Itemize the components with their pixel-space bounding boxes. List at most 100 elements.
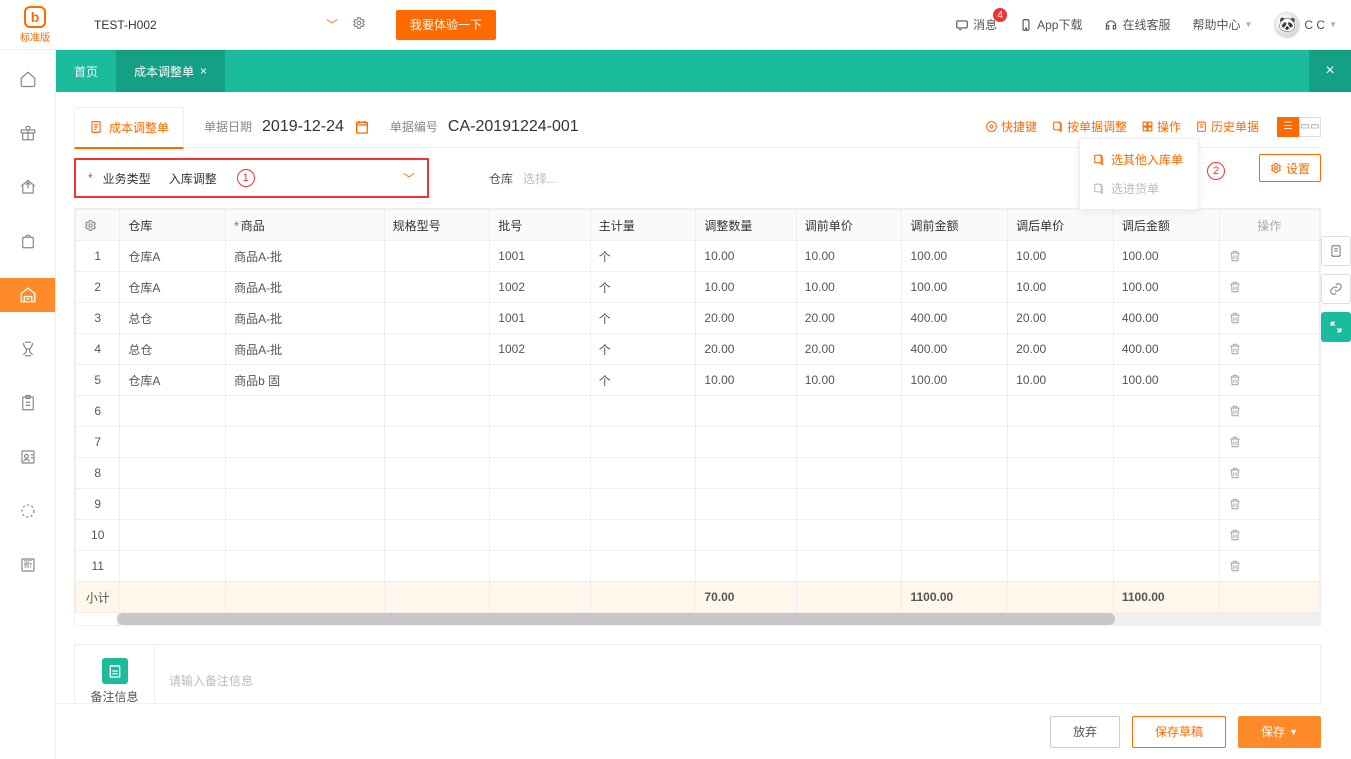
row-delete-button[interactable] xyxy=(1219,365,1319,396)
org-selector[interactable]: TEST-H002 ﹀ xyxy=(86,10,346,40)
cell-pre-amt[interactable]: 100.00 xyxy=(902,272,1008,303)
table-row[interactable]: 10 xyxy=(76,520,1320,551)
cell-qty[interactable] xyxy=(696,489,796,520)
cell-product[interactable] xyxy=(226,551,385,582)
scrollbar-thumb[interactable] xyxy=(117,613,1115,625)
cell-product[interactable] xyxy=(226,489,385,520)
view-list-button[interactable]: ☰ xyxy=(1277,117,1299,137)
col-unit[interactable]: 主计量 xyxy=(590,210,696,241)
cell-post-price[interactable] xyxy=(1008,551,1114,582)
cell-batch[interactable] xyxy=(490,396,590,427)
cell-unit[interactable]: 个 xyxy=(590,365,696,396)
cell-product[interactable]: 商品A-批 xyxy=(226,241,385,272)
cell-qty[interactable] xyxy=(696,458,796,489)
cell-pre-price[interactable] xyxy=(796,458,902,489)
cell-post-price[interactable] xyxy=(1008,427,1114,458)
col-qty[interactable]: 调整数量 xyxy=(696,210,796,241)
col-batch[interactable]: 批号 xyxy=(490,210,590,241)
cell-batch[interactable]: 1001 xyxy=(490,241,590,272)
cell-spec[interactable] xyxy=(384,489,490,520)
cell-qty[interactable]: 20.00 xyxy=(696,303,796,334)
cell-spec[interactable] xyxy=(384,334,490,365)
cell-batch[interactable] xyxy=(490,551,590,582)
table-row[interactable]: 3总仓商品A-批1001个20.0020.00400.0020.00400.00 xyxy=(76,303,1320,334)
messages-link[interactable]: 消息 4 xyxy=(955,16,997,33)
cell-pre-amt[interactable]: 400.00 xyxy=(902,303,1008,334)
cell-spec[interactable] xyxy=(384,427,490,458)
row-delete-button[interactable] xyxy=(1219,489,1319,520)
cell-batch[interactable]: 1002 xyxy=(490,272,590,303)
cell-unit[interactable] xyxy=(590,520,696,551)
table-row[interactable]: 1仓库A商品A-批1001个10.0010.00100.0010.00100.0… xyxy=(76,241,1320,272)
save-draft-button[interactable]: 保存草稿 xyxy=(1132,716,1226,748)
cell-pre-price[interactable]: 20.00 xyxy=(796,303,902,334)
warehouse-select[interactable]: 仓库 选择... xyxy=(489,170,557,187)
cell-batch[interactable] xyxy=(490,520,590,551)
cell-post-amt[interactable]: 400.00 xyxy=(1113,303,1219,334)
table-row[interactable]: 4总仓商品A-批1002个20.0020.00400.0020.00400.00 xyxy=(76,334,1320,365)
row-delete-button[interactable] xyxy=(1219,396,1319,427)
select-other-inbound-button[interactable]: 选其他入库单 xyxy=(1080,145,1198,174)
cell-batch[interactable] xyxy=(490,427,590,458)
nav-upload-icon[interactable] xyxy=(0,170,55,204)
cell-pre-price[interactable]: 10.00 xyxy=(796,272,902,303)
table-row[interactable]: 7 xyxy=(76,427,1320,458)
help-link[interactable]: 帮助中心 ▼ xyxy=(1192,16,1252,33)
cell-unit[interactable]: 个 xyxy=(590,272,696,303)
cell-unit[interactable] xyxy=(590,458,696,489)
cell-batch[interactable] xyxy=(490,489,590,520)
user-menu[interactable]: 🐼 C C ▼ xyxy=(1274,12,1337,38)
cell-pre-price[interactable]: 10.00 xyxy=(796,365,902,396)
col-warehouse[interactable]: 仓库 xyxy=(120,210,226,241)
cell-post-amt[interactable] xyxy=(1113,396,1219,427)
nav-cycle-icon[interactable] xyxy=(0,494,55,528)
cell-post-amt[interactable] xyxy=(1113,520,1219,551)
col-spec[interactable]: 规格型号 xyxy=(384,210,490,241)
cell-pre-price[interactable] xyxy=(796,489,902,520)
cell-post-amt[interactable] xyxy=(1113,551,1219,582)
col-pre-price[interactable]: 调前单价 xyxy=(796,210,902,241)
history-button[interactable]: 历史单据 xyxy=(1195,118,1259,135)
close-icon[interactable]: × xyxy=(200,64,207,78)
nav-contact-icon[interactable] xyxy=(0,440,55,474)
cell-pre-amt[interactable] xyxy=(902,427,1008,458)
table-row[interactable]: 2仓库A商品A-批1002个10.0010.00100.0010.00100.0… xyxy=(76,272,1320,303)
table-row[interactable]: 5仓库A商品b 固个10.0010.00100.0010.00100.00 xyxy=(76,365,1320,396)
nav-clipboard-icon[interactable] xyxy=(0,386,55,420)
cell-batch[interactable]: 1001 xyxy=(490,303,590,334)
table-row[interactable]: 11 xyxy=(76,551,1320,582)
cell-unit[interactable]: 个 xyxy=(590,303,696,334)
cell-qty[interactable] xyxy=(696,396,796,427)
row-delete-button[interactable] xyxy=(1219,551,1319,582)
row-delete-button[interactable] xyxy=(1219,303,1319,334)
cell-post-price[interactable] xyxy=(1008,520,1114,551)
cell-unit[interactable]: 个 xyxy=(590,334,696,365)
cell-pre-price[interactable] xyxy=(796,396,902,427)
col-pre-amt[interactable]: 调前金额 xyxy=(902,210,1008,241)
save-button[interactable]: 保存 ▼ xyxy=(1238,716,1321,748)
select-purchase-button[interactable]: 选进货单 xyxy=(1080,174,1198,203)
cell-pre-amt[interactable] xyxy=(902,551,1008,582)
col-product[interactable]: *商品 xyxy=(226,210,385,241)
cell-qty[interactable]: 10.00 xyxy=(696,365,796,396)
cell-warehouse[interactable] xyxy=(120,520,226,551)
nav-bag-icon[interactable] xyxy=(0,224,55,258)
tab-home[interactable]: 首页 xyxy=(56,50,116,92)
col-config-icon[interactable] xyxy=(76,210,120,241)
cell-batch[interactable] xyxy=(490,365,590,396)
cell-post-price[interactable] xyxy=(1008,489,1114,520)
cell-qty[interactable] xyxy=(696,520,796,551)
cell-product[interactable] xyxy=(226,458,385,489)
cell-post-price[interactable]: 10.00 xyxy=(1008,365,1114,396)
cell-warehouse[interactable]: 总仓 xyxy=(120,303,226,334)
date-value[interactable]: 2019-12-24 xyxy=(262,118,344,136)
settings-button[interactable]: 设置 xyxy=(1259,154,1321,182)
cell-post-price[interactable] xyxy=(1008,458,1114,489)
tab-cost-adjust[interactable]: 成本调整单 × xyxy=(116,50,225,92)
nav-home-icon[interactable] xyxy=(0,62,55,96)
cell-warehouse[interactable] xyxy=(120,458,226,489)
cell-pre-amt[interactable] xyxy=(902,458,1008,489)
document-tab[interactable]: 成本调整单 xyxy=(74,107,184,149)
cell-unit[interactable] xyxy=(590,489,696,520)
row-delete-button[interactable] xyxy=(1219,334,1319,365)
